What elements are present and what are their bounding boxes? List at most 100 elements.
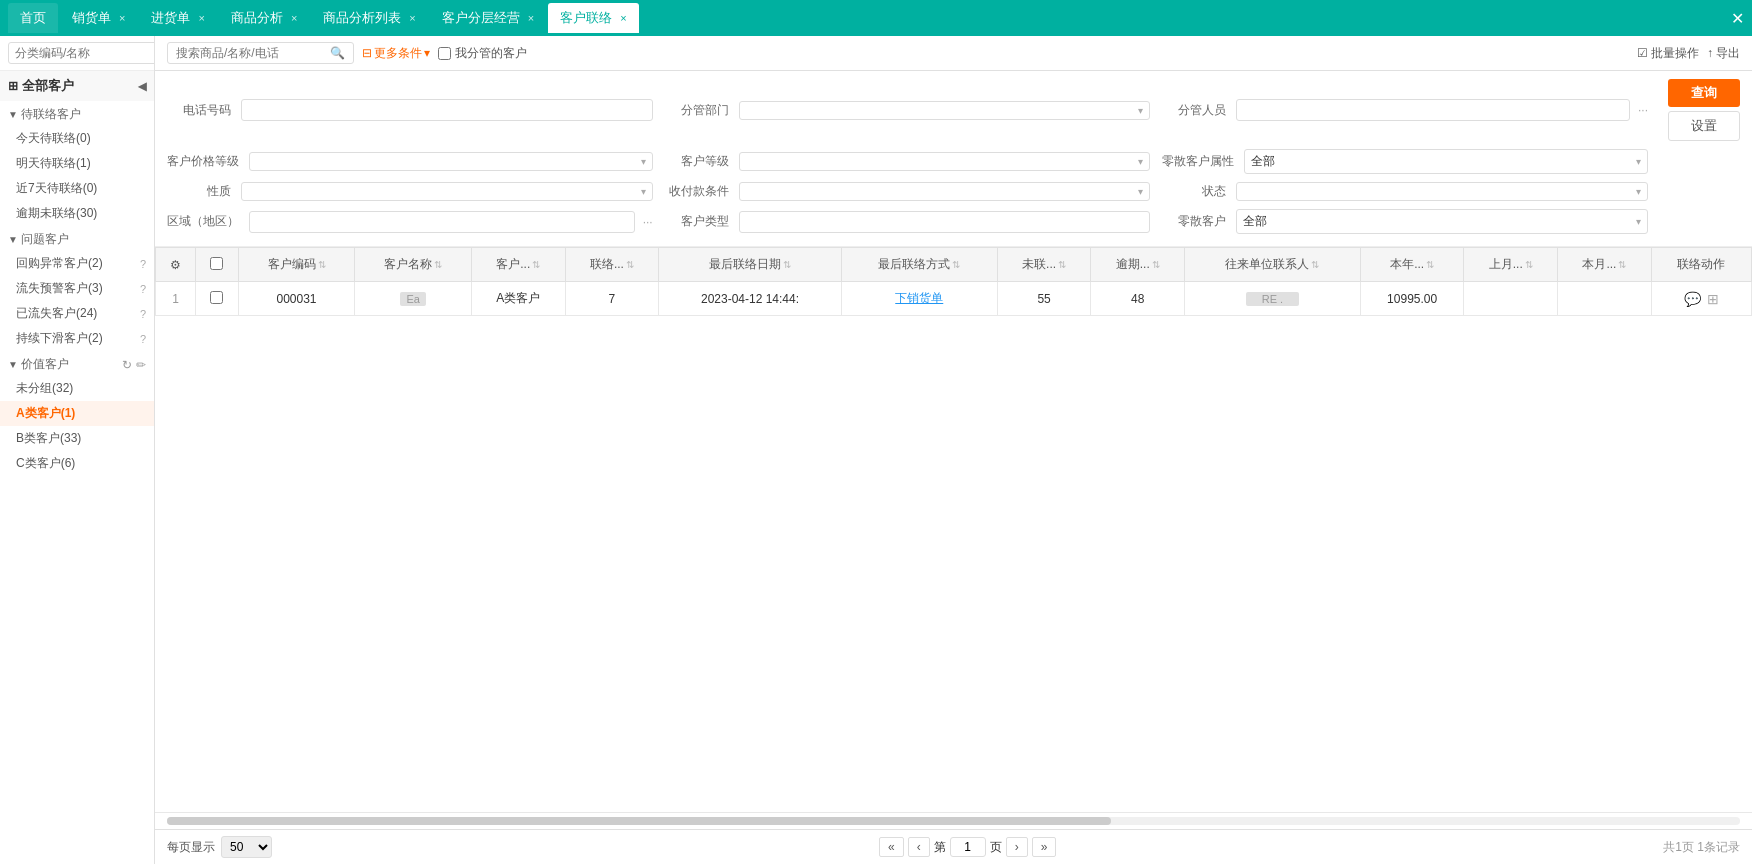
toolbar: 🔍 ⊟ 更多条件 ▾ 我分管的客户 ☑ 批量操作 ↑ 导出: [155, 36, 1752, 71]
input-region[interactable]: [249, 211, 635, 233]
th-last-method[interactable]: 最后联络方式 ⇅: [841, 248, 997, 282]
batch-ops-button[interactable]: ☑ 批量操作: [1637, 45, 1699, 62]
sidebar-search-wrap: 🔍: [0, 36, 154, 71]
scrollbar-thumb[interactable]: [167, 817, 1111, 825]
close-analysis-tab[interactable]: ×: [291, 12, 297, 24]
input-phone[interactable]: [241, 99, 653, 121]
sidebar-item-c-class[interactable]: C类客户(6): [0, 451, 154, 476]
th-type[interactable]: 客户... ⇅: [471, 248, 565, 282]
sidebar-collapse-icon[interactable]: ◀: [138, 80, 146, 93]
nav-tab-home[interactable]: 首页: [8, 3, 58, 33]
th-year-amount[interactable]: 本年... ⇅: [1360, 248, 1464, 282]
sidebar-item-b-class[interactable]: B类客户(33): [0, 426, 154, 451]
close-all-tabs[interactable]: ✕: [1731, 9, 1744, 28]
export-button[interactable]: ↑ 导出: [1707, 45, 1740, 62]
select-status[interactable]: ▾: [1236, 182, 1648, 201]
last-method-link[interactable]: 下销货单: [895, 291, 943, 305]
sidebar-item-declining[interactable]: 持续下滑客户(2) ?: [0, 326, 154, 351]
more-filter-button[interactable]: ⊟ 更多条件 ▾: [362, 45, 430, 62]
th-last-month[interactable]: 上月... ⇅: [1464, 248, 1558, 282]
select-all-checkbox[interactable]: [210, 257, 223, 270]
input-person[interactable]: [1236, 99, 1630, 121]
td-last-method[interactable]: 下销货单: [841, 282, 997, 316]
next-page-button[interactable]: ›: [1006, 837, 1028, 857]
th-code[interactable]: 客户编码 ⇅: [238, 248, 355, 282]
filter-row-4: 区域（地区） ··· 客户类型 零散客户 全部 ▾: [167, 209, 1740, 234]
close-analysis-list-tab[interactable]: ×: [409, 12, 415, 24]
th-checkbox-all[interactable]: [196, 248, 239, 282]
sort-type-icon: ⇅: [532, 259, 540, 270]
setting-button[interactable]: 设置: [1668, 111, 1740, 141]
filter-dept: 分管部门 ▾: [665, 101, 1163, 120]
close-sales-tab[interactable]: ×: [119, 12, 125, 24]
sidebar-item-churn-warning[interactable]: 流失预警客户(3) ?: [0, 276, 154, 301]
nav-tab-purchase[interactable]: 进货单 ×: [139, 3, 216, 33]
th-no-contact[interactable]: 未联... ⇅: [997, 248, 1091, 282]
th-this-month[interactable]: 本月... ⇅: [1558, 248, 1652, 282]
td-code: 000031: [238, 282, 355, 316]
th-company-contact[interactable]: 往来单位联系人 ⇅: [1185, 248, 1361, 282]
th-gear[interactable]: ⚙: [156, 248, 196, 282]
nav-tab-customer-tier[interactable]: 客户分层经营 ×: [430, 3, 546, 33]
sidebar-item-churned[interactable]: 已流失客户(24) ?: [0, 301, 154, 326]
all-customers-header[interactable]: ⊞ 全部客户 ◀: [0, 71, 154, 101]
region-dots-icon[interactable]: ···: [643, 215, 653, 229]
chat-icon[interactable]: 💬: [1684, 291, 1701, 307]
first-page-button[interactable]: «: [879, 837, 904, 857]
info-icon-repurchase: ?: [140, 258, 146, 270]
close-customer-contact-tab[interactable]: ×: [620, 12, 626, 24]
person-dots-icon[interactable]: ···: [1638, 103, 1648, 117]
select-price-grade[interactable]: ▾: [249, 152, 653, 171]
prev-page-button[interactable]: ‹: [908, 837, 930, 857]
filter-panel: 电话号码 分管部门 ▾ 分管人员 ···: [155, 71, 1752, 247]
nav-tab-analysis-list[interactable]: 商品分析列表 ×: [311, 3, 427, 33]
close-purchase-tab[interactable]: ×: [198, 12, 204, 24]
refresh-icon[interactable]: ↻: [122, 358, 132, 372]
th-name[interactable]: 客户名称 ⇅: [355, 248, 472, 282]
sort-date-icon: ⇅: [783, 259, 791, 270]
sidebar-item-today[interactable]: 今天待联络(0): [0, 126, 154, 151]
sidebar-item-week[interactable]: 近7天待联络(0): [0, 176, 154, 201]
td-checkbox[interactable]: [196, 282, 239, 316]
select-payment[interactable]: ▾: [739, 182, 1151, 201]
group-label-problem[interactable]: ▼ 问题客户: [0, 226, 154, 251]
sidebar-item-overdue[interactable]: 逾期未联络(30): [0, 201, 154, 226]
sidebar-item-repurchase-abnormal[interactable]: 回购异常客户(2) ?: [0, 251, 154, 276]
th-contact[interactable]: 联络... ⇅: [565, 248, 659, 282]
group-label-value[interactable]: ▼ 价值客户 ↻ ✏: [0, 351, 154, 376]
select-customer-grade[interactable]: ▾: [739, 152, 1151, 171]
action-column: 查询 设置: [1660, 79, 1740, 141]
toolbar-right: ☑ 批量操作 ↑ 导出: [1637, 45, 1740, 62]
filter-retail-attr: 零散客户属性 全部 ▾: [1162, 149, 1660, 174]
row-checkbox[interactable]: [210, 291, 223, 304]
sidebar-search-input[interactable]: [8, 42, 155, 64]
sidebar-item-unclassified[interactable]: 未分组(32): [0, 376, 154, 401]
nav-tab-customer-contact[interactable]: 客户联络 ×: [548, 3, 638, 33]
query-button[interactable]: 查询: [1668, 79, 1740, 107]
filter-icon: ⊟: [362, 46, 372, 60]
my-customers-checkbox[interactable]: [438, 47, 451, 60]
th-overdue[interactable]: 逾期... ⇅: [1091, 248, 1185, 282]
scrollbar-track[interactable]: [167, 817, 1740, 825]
select-dept[interactable]: ▾: [739, 101, 1151, 120]
search-input[interactable]: [176, 46, 326, 60]
sidebar-item-tomorrow[interactable]: 明天待联络(1): [0, 151, 154, 176]
search-icon[interactable]: 🔍: [330, 46, 345, 60]
qr-icon[interactable]: ⊞: [1707, 291, 1719, 307]
page-size-select[interactable]: 50 10 20 100: [221, 836, 272, 858]
group-label-pending[interactable]: ▼ 待联络客户: [0, 101, 154, 126]
my-customers-checkbox-wrap[interactable]: 我分管的客户: [438, 45, 527, 62]
select-retail-customer[interactable]: 全部 ▾: [1236, 209, 1648, 234]
select-nature[interactable]: ▾: [241, 182, 653, 201]
select-retail-attr[interactable]: 全部 ▾: [1244, 149, 1648, 174]
sidebar-item-a-class[interactable]: A类客户(1): [0, 401, 154, 426]
close-customer-tier-tab[interactable]: ×: [528, 12, 534, 24]
input-customer-type[interactable]: [739, 211, 1151, 233]
page-number-input[interactable]: [950, 837, 986, 857]
th-last-date[interactable]: 最后联络日期 ⇅: [659, 248, 841, 282]
last-page-button[interactable]: »: [1032, 837, 1057, 857]
filter-region: 区域（地区） ···: [167, 211, 665, 233]
nav-tab-sales[interactable]: 销货单 ×: [60, 3, 137, 33]
edit-value-icon[interactable]: ✏: [136, 358, 146, 372]
nav-tab-analysis[interactable]: 商品分析 ×: [219, 3, 309, 33]
